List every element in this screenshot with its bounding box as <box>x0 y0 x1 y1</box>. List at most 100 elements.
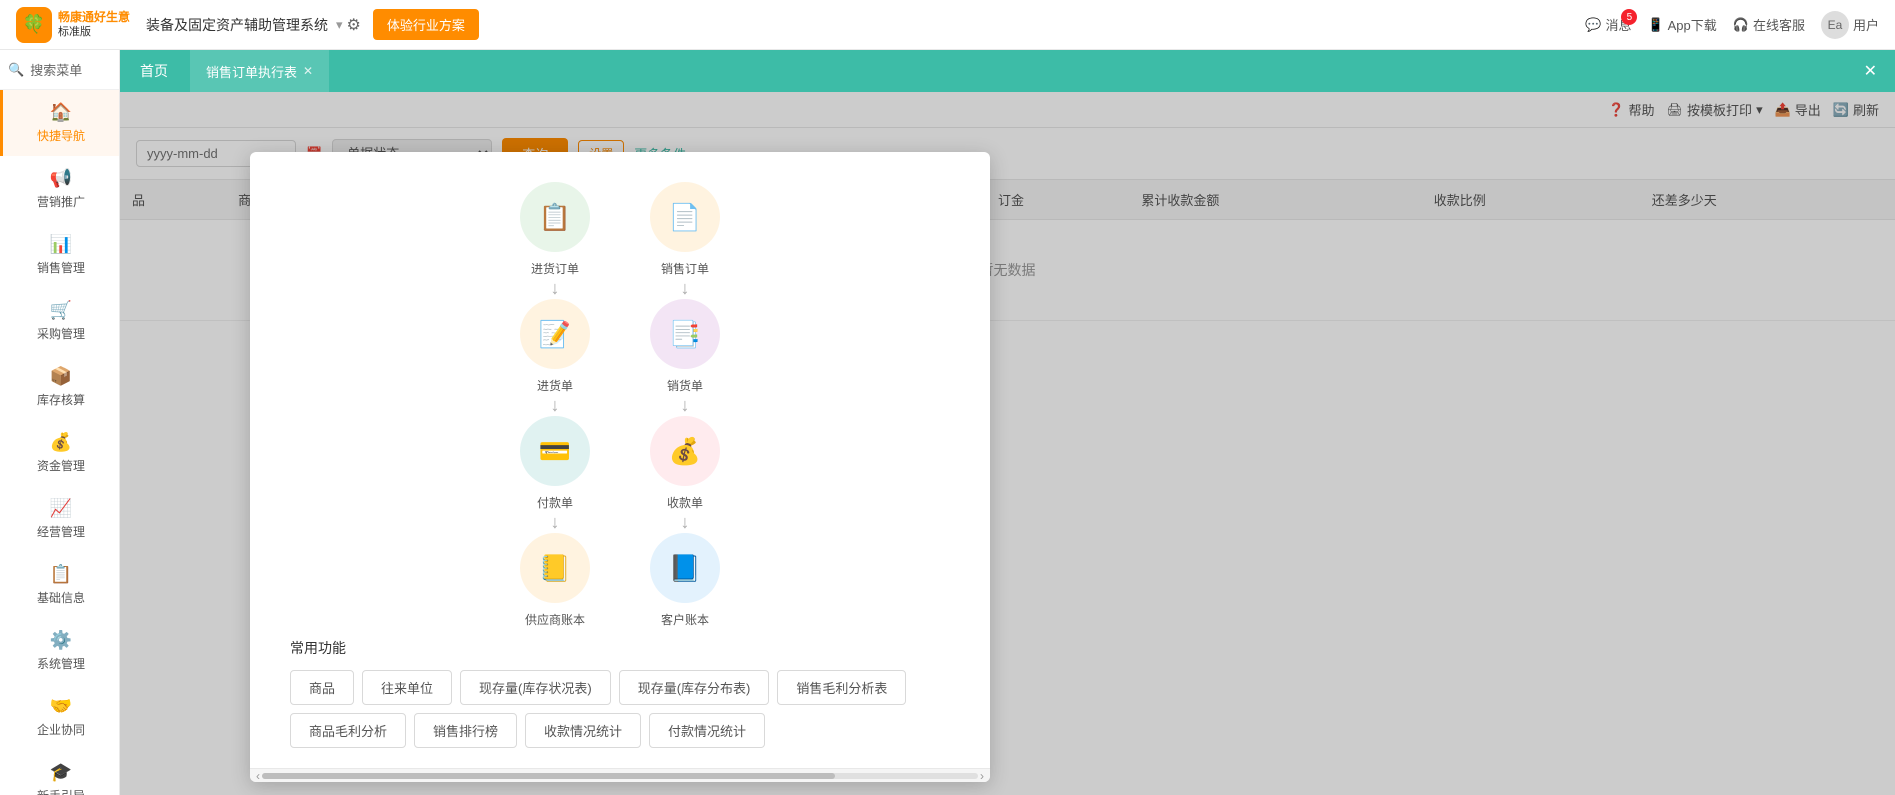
purchase-order-icon: 📋 <box>539 202 571 233</box>
arrow-down-2: ↓ <box>551 396 560 414</box>
func-button[interactable]: 销售排行榜 <box>414 713 517 748</box>
sidebar-item-1[interactable]: 📢 营销推广 <box>0 156 119 222</box>
common-functions: 常用功能 商品往来单位现存量(库存状况表)现存量(库存分布表)销售毛利分析表商品… <box>290 638 950 748</box>
sidebar-label-10: 新手引导 <box>37 787 85 795</box>
avatar: Ea <box>1821 11 1849 39</box>
sidebar-icon-0: 🏠 <box>50 102 72 123</box>
sidebar-label-2: 销售管理 <box>37 259 85 276</box>
sidebar-item-10[interactable]: 🎓 新手引导 <box>0 750 119 795</box>
func-button[interactable]: 商品 <box>290 670 354 705</box>
sidebar-label-9: 企业协同 <box>37 721 85 738</box>
tab-close-icon[interactable]: ✕ <box>303 64 313 78</box>
arrow-down-5: ↓ <box>681 396 690 414</box>
sidebar-item-7[interactable]: 📋 基础信息 <box>0 552 119 618</box>
popup-body: 📋 进货订单 ↓ 📝 进货单 <box>250 152 990 768</box>
sidebar-label-6: 经营管理 <box>37 523 85 540</box>
online-service-button[interactable]: 🎧 在线客服 <box>1733 15 1805 34</box>
user-area[interactable]: Ea 用户 <box>1821 11 1879 39</box>
flow-node-sales[interactable]: 📑 销货单 <box>650 299 720 394</box>
sidebar-item-2[interactable]: 📊 销售管理 <box>0 222 119 288</box>
sidebar-label-7: 基础信息 <box>37 589 85 606</box>
supplier-icon: 📒 <box>539 553 571 584</box>
func-button[interactable]: 现存量(库存状况表) <box>460 670 611 705</box>
scroll-right-icon[interactable]: › <box>978 769 986 783</box>
sidebar-icon-10: 🎓 <box>50 762 72 783</box>
flow-node-purchase[interactable]: 📝 进货单 <box>520 299 590 394</box>
app-download-button[interactable]: 📱 App下载 <box>1647 15 1716 34</box>
func-button[interactable]: 现存量(库存分布表) <box>619 670 770 705</box>
download-icon: 📱 <box>1647 17 1663 33</box>
system-title-area: 装备及固定资产辅助管理系统 ▾ <box>146 15 343 35</box>
sidebar-icon-7: 📋 <box>50 564 72 585</box>
flow-node-sales-order[interactable]: 📄 销售订单 <box>650 182 720 277</box>
trial-button[interactable]: 体验行业方案 <box>373 9 479 40</box>
func-buttons: 商品往来单位现存量(库存状况表)现存量(库存分布表)销售毛利分析表商品毛利分析销… <box>290 670 950 748</box>
sidebar-item-4[interactable]: 📦 库存核算 <box>0 354 119 420</box>
sidebar-icon-4: 📦 <box>50 366 72 387</box>
arrow-down-4: ↓ <box>681 279 690 297</box>
sales-circle: 📑 <box>650 299 720 369</box>
func-button[interactable]: 收款情况统计 <box>525 713 641 748</box>
scrollbar-track <box>262 773 978 779</box>
service-icon: 🎧 <box>1733 17 1749 33</box>
purchase-icon: 📝 <box>539 319 571 350</box>
tab-bar: 首页 销售订单执行表 ✕ ✕ <box>120 50 1895 92</box>
flow-node-payment[interactable]: 💳 付款单 <box>520 416 590 511</box>
func-button[interactable]: 付款情况统计 <box>649 713 765 748</box>
customer-label: 客户账本 <box>661 611 709 628</box>
sidebar-label-3: 采购管理 <box>37 325 85 342</box>
popup-scrollbar: ‹ › <box>250 768 990 782</box>
sidebar-icon-2: 📊 <box>50 234 72 255</box>
search-menu-button[interactable]: 🔍 搜索菜单 <box>0 50 119 90</box>
receipt-label: 收款单 <box>667 494 703 511</box>
sidebar-label-0: 快捷导航 <box>37 127 85 144</box>
flow-node-customer-ledger[interactable]: 📘 客户账本 <box>650 533 720 628</box>
message-icon: 💬 <box>1585 17 1601 33</box>
settings-button[interactable]: ⚙ <box>343 11 365 39</box>
flow-node-receipt[interactable]: 💰 收款单 <box>650 416 720 511</box>
payment-icon: 💳 <box>539 436 571 467</box>
arrow-down-1: ↓ <box>551 279 560 297</box>
sidebar-icon-3: 🛒 <box>50 300 72 321</box>
sidebar-label-8: 系统管理 <box>37 655 85 672</box>
system-title-text: 装备及固定资产辅助管理系统 <box>146 15 328 35</box>
logo-area: 🍀 畅康通好生意 标准版 <box>16 7 136 43</box>
arrow-down-3: ↓ <box>551 513 560 531</box>
tab-home[interactable]: 首页 <box>120 50 188 92</box>
sidebar-item-8[interactable]: ⚙️系统管理 <box>0 618 119 684</box>
receipt-circle: 💰 <box>650 416 720 486</box>
common-funcs-title: 常用功能 <box>290 638 950 658</box>
logo-icon: 🍀 <box>16 7 52 43</box>
sidebar-item-5[interactable]: 💰资金管理 <box>0 420 119 486</box>
sidebar-icon-1: 📢 <box>50 168 72 189</box>
sidebar-item-0[interactable]: 🏠 快捷导航 <box>0 90 119 156</box>
supplier-label: 供应商账本 <box>525 611 585 628</box>
messages-button[interactable]: 💬 消息 5 <box>1585 15 1631 34</box>
scrollbar-thumb[interactable] <box>262 773 835 779</box>
flow-node-supplier-ledger[interactable]: 📒 供应商账本 <box>520 533 590 628</box>
sidebar-item-3[interactable]: 🛒 采购管理 <box>0 288 119 354</box>
sidebar-icon-9: 🤝 <box>50 696 72 717</box>
func-button[interactable]: 销售毛利分析表 <box>777 670 906 705</box>
sidebar-label-4: 库存核算 <box>37 391 85 408</box>
receipt-icon: 💰 <box>669 436 701 467</box>
page-content: ❓ 帮助 🖨 按模板打印 ▾ 📤 导出 🔄 <box>120 92 1895 795</box>
sidebar-icon-5: 💰 <box>50 432 72 453</box>
sidebar-icon-6: 📈 <box>50 498 72 519</box>
func-button[interactable]: 往来单位 <box>362 670 452 705</box>
func-button[interactable]: 商品毛利分析 <box>290 713 406 748</box>
flow-diagram: 📋 进货订单 ↓ 📝 进货单 <box>290 182 950 628</box>
sidebar-label-1: 营销推广 <box>37 193 85 210</box>
close-all-button[interactable]: ✕ <box>1856 57 1885 85</box>
sidebar-item-6[interactable]: 📈 经营管理 <box>0 486 119 552</box>
left-flow-col: 📋 进货订单 ↓ 📝 进货单 <box>520 182 590 628</box>
right-flow-col: 📄 销售订单 ↓ 📑 销货单 <box>650 182 720 628</box>
flow-node-purchase-order[interactable]: 📋 进货订单 <box>520 182 590 277</box>
arrow-down-6: ↓ <box>681 513 690 531</box>
popup-container: 📋 进货订单 ↓ 📝 进货单 <box>250 152 990 782</box>
sales-order-icon: 📄 <box>669 202 701 233</box>
tab-sales-order[interactable]: 销售订单执行表 ✕ <box>190 50 329 92</box>
sidebar-item-9[interactable]: 🤝 企业协同 <box>0 684 119 750</box>
scroll-left-icon[interactable]: ‹ <box>254 769 262 783</box>
purchase-order-circle: 📋 <box>520 182 590 252</box>
